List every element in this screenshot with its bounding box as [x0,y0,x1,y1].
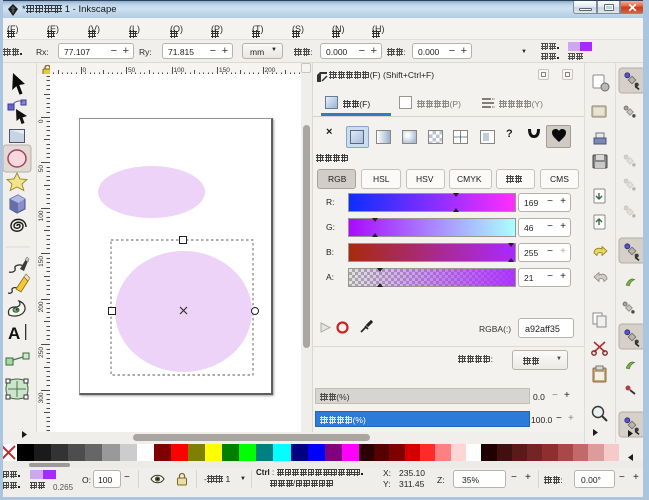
svg-text:100: 100 [38,210,45,221]
svg-text:100: 100 [174,67,185,74]
svg-text:50: 50 [38,165,45,173]
svg-text:A: A [8,324,20,343]
svg-text:200: 200 [38,301,45,312]
svg-text:150: 150 [38,256,45,267]
svg-text:150: 150 [219,67,230,74]
svg-text:300: 300 [38,392,45,403]
svg-text:0: 0 [83,67,87,74]
svg-text:50: 50 [128,67,136,74]
svg-text:250: 250 [38,347,45,358]
svg-text:200: 200 [265,67,276,74]
svg-text:0: 0 [38,119,45,123]
